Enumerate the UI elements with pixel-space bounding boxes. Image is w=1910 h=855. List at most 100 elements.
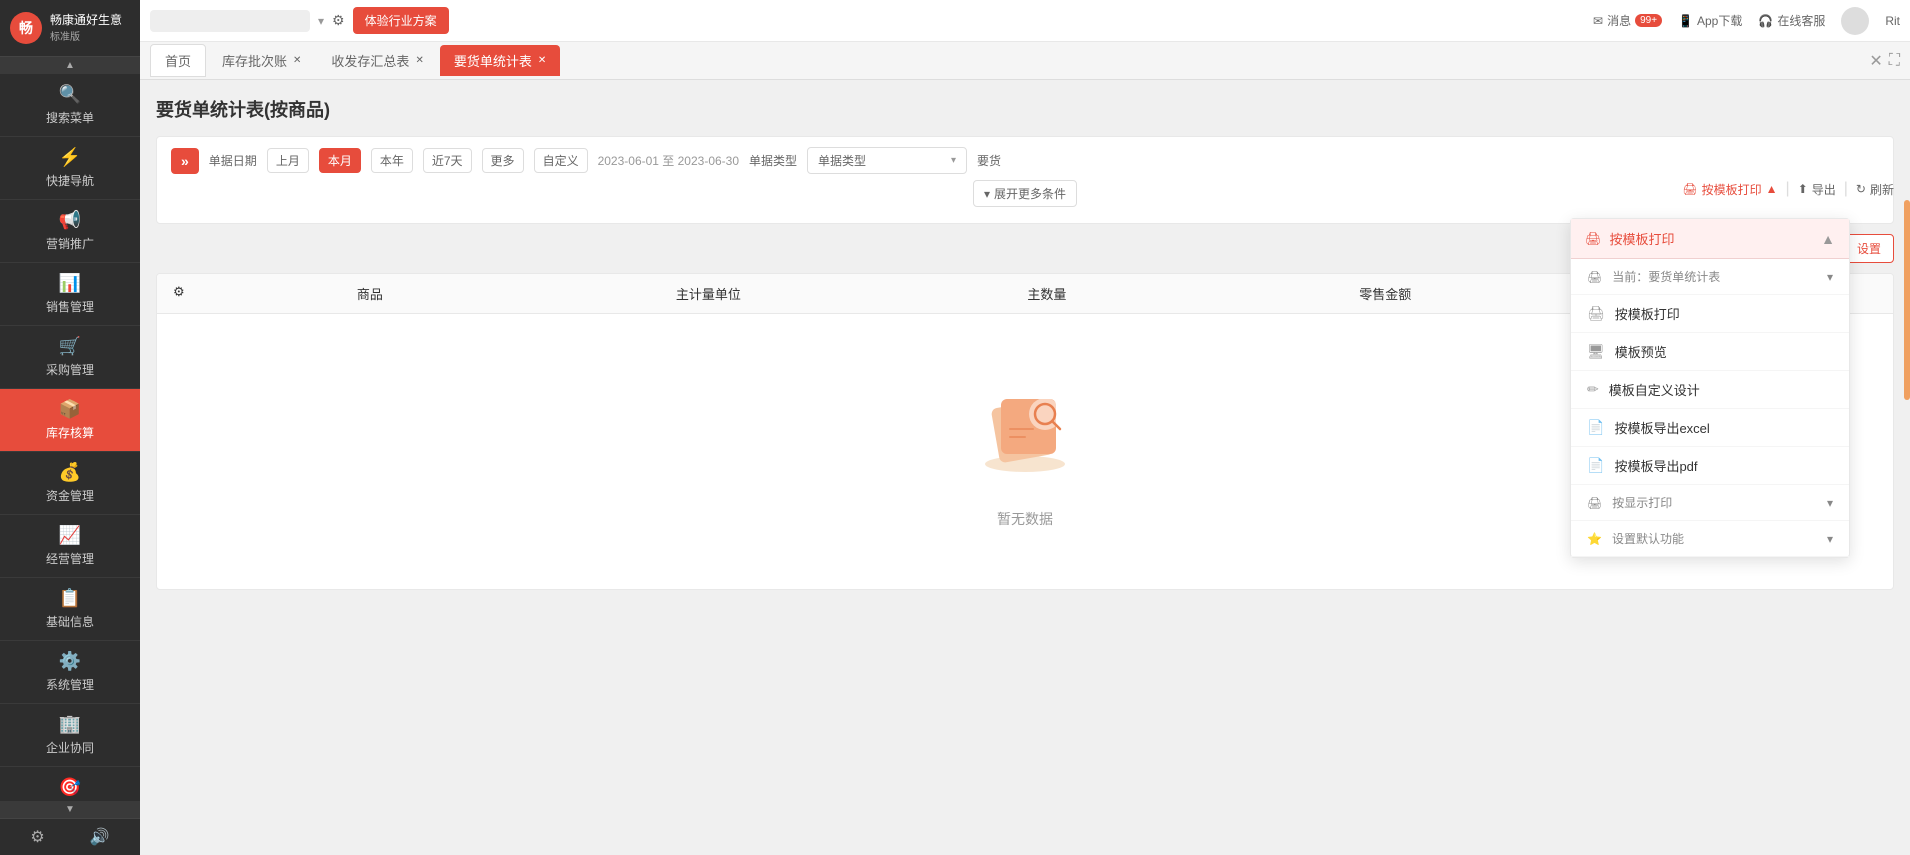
th-quantity: 主数量 [878,284,1216,303]
sidebar-item-guide[interactable]: 🎯 新手引导 [0,767,140,801]
template-preview-icon: 🖥 [1587,343,1605,360]
refresh-btn[interactable]: ↻ 刷新 [1856,181,1894,198]
order-type-value: 单据类型 [818,152,866,169]
sidebar: 畅 畅康通好生意 标准版 ▲ 🔍 搜索菜单 ⚡ 快捷导航 📢 营销推广 📊 销售… [0,0,140,855]
th-goods: 商品 [201,284,539,303]
filter-row-expand: ▾ 展开更多条件 [171,180,1879,207]
display-print-label: 按显示打印 [1612,494,1672,511]
sidebar-scroll-up[interactable]: ▲ [0,57,140,74]
date-btn-this-year[interactable]: 本年 [371,148,413,173]
default-func-left: ⭐ 设置默认功能 [1587,530,1684,547]
message-label: 消息 [1607,12,1631,29]
export-btn[interactable]: ⬆ 导出 [1798,181,1836,198]
sidebar-item-purchase[interactable]: 🛒 采购管理 [0,326,140,389]
message-item[interactable]: ✉ 消息 99+ [1593,12,1662,29]
sidebar-item-marketing[interactable]: 📢 营销推广 [0,200,140,263]
tab-order-stat-close[interactable]: ✕ [538,55,546,66]
topbar-gear-icon[interactable]: ⚙ [332,12,345,29]
tab-order-stat-label: 要货单统计表 [454,51,532,70]
avatar[interactable] [1841,7,1869,35]
print-btn[interactable]: 🖨 按模板打印 ▲ [1682,181,1777,198]
speaker-icon[interactable]: 🔊 [90,827,110,847]
sidebar-menu: 🔍 搜索菜单 ⚡ 快捷导航 📢 营销推广 📊 销售管理 🛒 采购管理 📦 库存核… [0,74,140,801]
print-dropdown: 🖨 按模板打印 ▲ 🖨 当前：要货单统计表 ▾ 🖨 按模板打印 🖥 模板预览 [1570,218,1850,558]
default-func-icon: ⭐ [1587,532,1602,546]
th-gear[interactable]: ⚙ [157,284,201,303]
finance-icon: 💰 [59,462,81,483]
date-btn-custom[interactable]: 自定义 [534,148,588,173]
sidebar-item-company[interactable]: 🏢 企业协同 [0,704,140,767]
print-header-label: 按模板打印 [1610,229,1675,248]
topbar-dropdown-icon[interactable]: ▾ [318,14,324,28]
mobile-icon: 📱 [1678,14,1693,28]
sidebar-scroll-down[interactable]: ▼ [0,801,140,818]
inventory-icon: 📦 [59,399,81,420]
sidebar-item-finance[interactable]: 💰 资金管理 [0,452,140,515]
sidebar-item-label: 系统管理 [46,676,94,693]
tab-inventory-batch-close[interactable]: ✕ [293,55,301,66]
sidebar-bottom: ⚙ 🔊 [0,818,140,855]
dropdown-display-print[interactable]: 🖨 按显示打印 ▾ [1571,485,1849,521]
tab-inventory-batch-label: 库存批次账 [222,51,287,70]
dropdown-item-template-pdf[interactable]: 📄 按模板导出pdf [1571,447,1849,485]
page-title: 要货单统计表(按商品) [156,96,1894,122]
dropdown-header[interactable]: 🖨 按模板打印 ▲ [1571,219,1849,259]
industry-solution-btn[interactable]: 体验行业方案 [353,7,449,34]
topbar: ▾ ⚙ 体验行业方案 ✉ 消息 99+ 📱 App下载 🎧 在线客服 Rit [140,0,1910,42]
topbar-search-input[interactable] [150,10,310,32]
tab-inventory-batch[interactable]: 库存批次账 ✕ [208,45,315,76]
date-btn-last-month[interactable]: 上月 [267,148,309,173]
display-print-icon: 🖨 [1587,496,1602,510]
tab-expand-icon[interactable]: ⛶ [1889,52,1900,70]
tab-collection-report-close[interactable]: ✕ [415,55,423,66]
current-label-left: 🖨 当前：要货单统计表 [1587,268,1720,285]
sidebar-item-sales[interactable]: 📊 销售管理 [0,263,140,326]
sidebar-item-search[interactable]: 🔍 搜索菜单 [0,74,140,137]
dropdown-current-item[interactable]: 🖨 当前：要货单统计表 ▾ [1571,259,1849,295]
topbar-right: ✉ 消息 99+ 📱 App下载 🎧 在线客服 Rit [1593,7,1900,35]
dropdown-item-template-excel[interactable]: 📄 按模板导出excel [1571,409,1849,447]
expand-more-btn[interactable]: ▾ 展开更多条件 [973,180,1077,207]
tab-home[interactable]: 首页 [150,44,206,77]
date-btn-more[interactable]: 更多 [482,148,524,173]
empty-text: 暂无数据 [997,509,1053,529]
app-edition: 标准版 [50,28,122,43]
tab-close-all-icon[interactable]: ✕ [1869,51,1882,71]
system-icon: ⚙️ [59,651,81,672]
search-icon: 🔍 [59,84,81,105]
tab-collection-report[interactable]: 收发存汇总表 ✕ [317,45,437,76]
dropdown-item-template-print[interactable]: 🖨 按模板打印 [1571,295,1849,333]
settings-btn[interactable]: 设置 [1844,234,1894,263]
date-label: 单据日期 [209,152,257,169]
filter-toggle-btn[interactable]: » [171,148,199,174]
dropdown-item-template-design[interactable]: ✏ 模板自定义设计 [1571,371,1849,409]
filter-row-1: » 单据日期 上月 本月 本年 近7天 更多 自定义 2023-06-01 至 … [171,147,1879,174]
template-pdf-label: 按模板导出pdf [1614,456,1697,475]
settings-icon[interactable]: ⚙ [30,827,44,847]
sidebar-item-inventory[interactable]: 📦 库存核算 [0,389,140,452]
order-type-select[interactable]: 单据类型 ▾ [807,147,967,174]
date-btn-this-month[interactable]: 本月 [319,148,361,173]
sidebar-item-basic[interactable]: 📋 基础信息 [0,578,140,641]
dropdown-default-func[interactable]: ⭐ 设置默认功能 ▾ [1571,521,1849,557]
current-print-icon: 🖨 [1587,270,1602,284]
sidebar-item-operation[interactable]: 📈 经营管理 [0,515,140,578]
dropdown-item-template-preview[interactable]: 🖥 模板预览 [1571,333,1849,371]
tabs-bar: 首页 库存批次账 ✕ 收发存汇总表 ✕ 要货单统计表 ✕ ✕ ⛶ [140,42,1910,80]
online-service-item[interactable]: 🎧 在线客服 [1758,12,1825,29]
sidebar-item-label: 库存核算 [46,424,94,441]
sidebar-item-quick-nav[interactable]: ⚡ 快捷导航 [0,137,140,200]
app-download-item[interactable]: 📱 App下载 [1678,12,1742,29]
empty-svg [965,374,1085,474]
date-btn-7days[interactable]: 近7天 [423,148,472,173]
sales-icon: 📊 [59,273,81,294]
default-func-arrow: ▾ [1827,532,1833,546]
filter-bar: » 单据日期 上月 本月 本年 近7天 更多 自定义 2023-06-01 至 … [156,136,1894,224]
tab-order-stat[interactable]: 要货单统计表 ✕ [440,45,560,76]
operation-icon: 📈 [59,525,81,546]
current-arrow-icon: ▾ [1827,270,1833,284]
dropdown-close-icon[interactable]: ▲ [1821,231,1835,247]
right-scrollbar[interactable] [1904,200,1910,400]
main-area: ▾ ⚙ 体验行业方案 ✉ 消息 99+ 📱 App下载 🎧 在线客服 Rit 首… [140,0,1910,855]
sidebar-item-system[interactable]: ⚙️ 系统管理 [0,641,140,704]
